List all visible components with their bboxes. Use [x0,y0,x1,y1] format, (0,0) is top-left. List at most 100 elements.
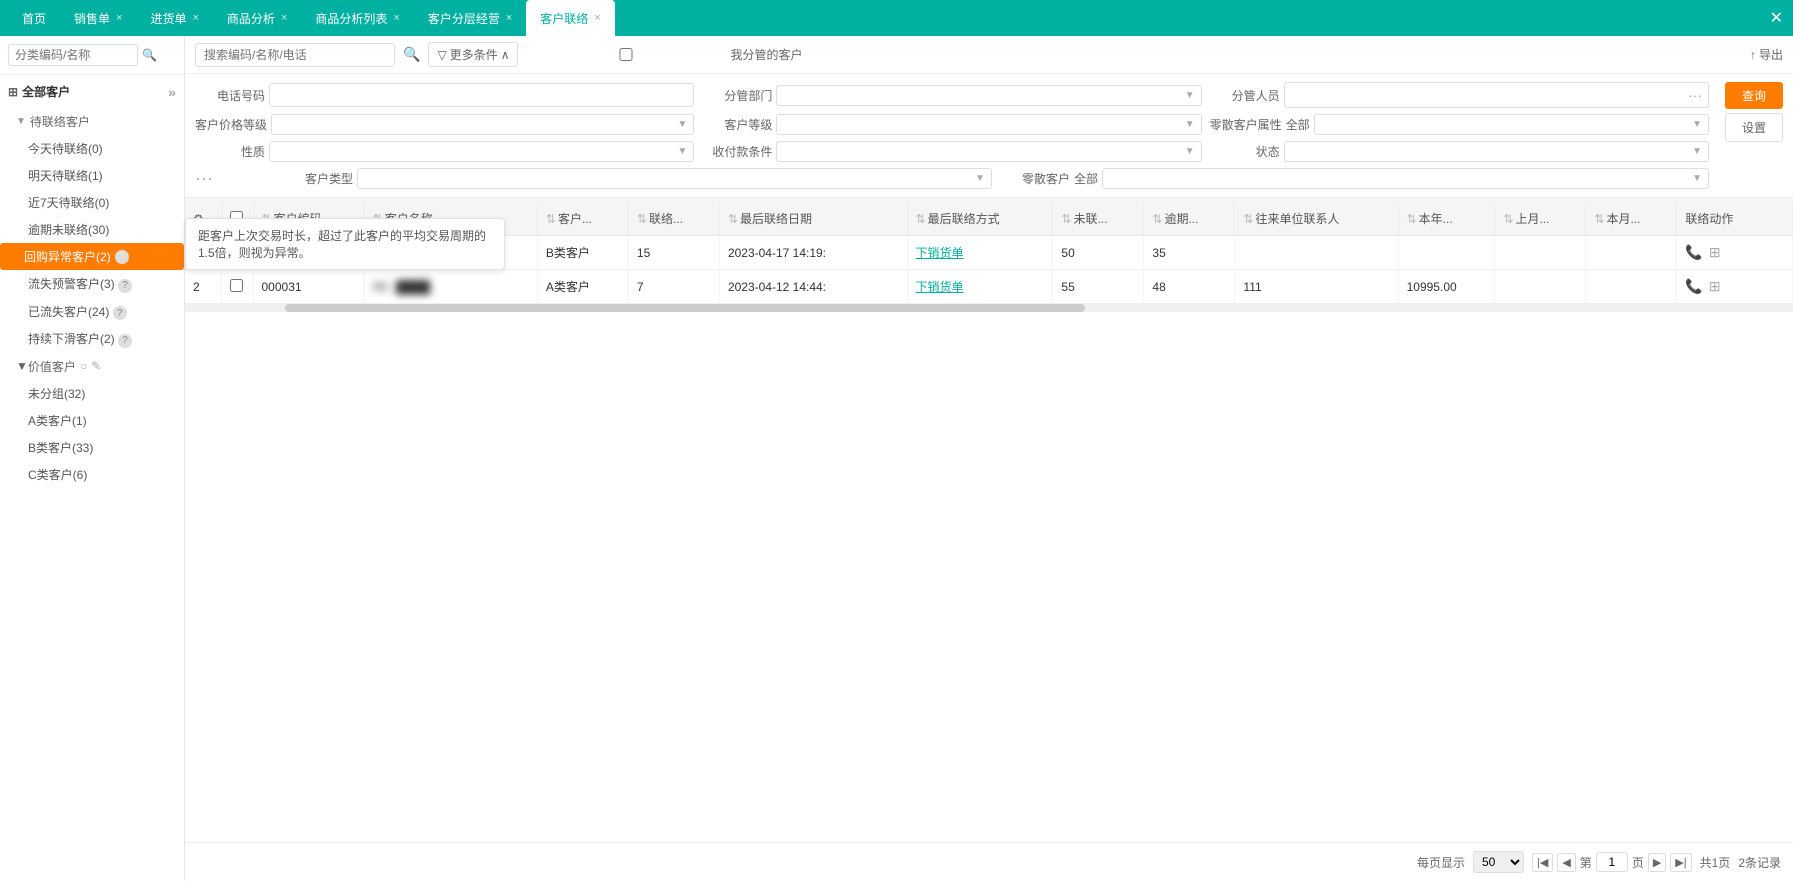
row-checkbox[interactable] [230,279,243,292]
top-nav: 首页 销售单 × 进货单 × 商品分析 × 商品分析列表 × 客户分层经营 × … [0,0,1793,36]
contact-method-link[interactable]: 下销货单 [916,246,964,260]
sort-icon: ⇅ [916,212,926,226]
page-input[interactable] [1596,852,1628,872]
col-header-overdue[interactable]: ⇅ 逾期... [1144,202,1235,236]
export-button[interactable]: ↑ 导出 [1750,46,1783,63]
filter-retail-attr-select[interactable]: ▼ [1314,114,1709,135]
sidebar-item-tomorrow[interactable]: 明天待联络(1) [0,162,184,189]
sidebar-item-today[interactable]: 今天待联络(0) [0,135,184,162]
filter-dept-select[interactable]: ▼ [776,85,1201,106]
sidebar-item-churn-warning[interactable]: 流失预警客户(3) ? [0,270,184,298]
filter-retail-customer-select[interactable]: ▼ [1102,168,1709,189]
grid-icon[interactable]: ⊞ [1709,278,1721,295]
nav-item-customer-tier[interactable]: 客户分层经营 × [414,0,526,36]
search-button[interactable]: 🔍 [403,46,420,63]
sidebar-item-declining[interactable]: 持续下滑客户(2) ? [0,325,184,353]
all-customers-header: ⊞ 全部客户 » [0,75,184,108]
filter-customer-type-select[interactable]: ▼ [357,168,992,189]
col-header-last-contact-date[interactable]: ⇅ 最后联络日期 [719,202,907,236]
col-header-last-month[interactable]: ⇅ 上月... [1495,202,1586,236]
collapse-icon[interactable]: » [168,84,176,100]
col-header-current-year[interactable]: ⇅ 本年... [1398,202,1495,236]
next-page-button[interactable]: ▶ [1648,853,1666,872]
sidebar-group-pending[interactable]: ▼ 待联络客户 [0,108,184,135]
last-page-button[interactable]: ▶| [1670,853,1691,872]
sidebar-item-churned[interactable]: 已流失客户(24) ? [0,298,184,326]
col-header-level[interactable]: ⇅ 客户... [537,202,628,236]
info-icon[interactable]: ? [113,306,127,320]
sidebar-group-value-customer[interactable]: ▼ 价值客户 ○ ✎ [0,353,184,380]
nav-item-sales[interactable]: 销售单 × [60,0,136,36]
cell-index: 2 [185,270,221,304]
prev-page-button[interactable]: ◀ [1557,853,1575,872]
col-header-current-month[interactable]: ⇅ 本月... [1586,202,1677,236]
close-icon[interactable]: × [281,12,287,24]
close-icon[interactable]: × [192,12,198,24]
nav-item-analysis-list[interactable]: 商品分析列表 × [301,0,413,36]
filter-customer-level-select[interactable]: ▼ [776,114,1201,135]
row-action-buttons: 📞 ⊞ [1685,278,1784,295]
cell-overdue: 35 [1144,236,1235,270]
my-customers-checkbox[interactable] [526,48,726,61]
nav-item-home[interactable]: 首页 [8,0,60,36]
col-header-contact-count[interactable]: ⇅ 联络... [628,202,719,236]
scrollbar-thumb[interactable] [285,304,1085,312]
sidebar-item-7days[interactable]: 近7天待联络(0) [0,189,184,216]
filter-row-3: 性质 ▼ 收付款条件 ▼ [195,141,1709,162]
search-input[interactable] [195,43,395,67]
nav-close-button[interactable]: ✕ [1770,8,1783,28]
search-icon[interactable]: 🔍 [142,48,157,62]
info-icon[interactable]: ? [118,279,132,293]
settings-button[interactable]: 设置 [1725,113,1783,142]
sidebar-item-ungrouped[interactable]: 未分组(32) [0,380,184,407]
sidebar-item-repurchase-abnormal[interactable]: 回购异常客户(2) ? [0,243,184,270]
arrow-icon: ▼ [16,359,28,373]
first-page-button[interactable]: |◀ [1532,853,1553,872]
info-icon[interactable]: ? [118,334,132,348]
more-dots-icon: ··· [195,168,213,189]
sidebar-item-class-c[interactable]: C类客户(6) [0,461,184,488]
page-label: 第 [1580,854,1592,871]
cell-contact-person: 111 [1235,270,1398,304]
horizontal-scrollbar[interactable] [185,304,1793,312]
chevron-down-icon: ▼ [1692,173,1702,184]
export-icon: ↑ [1750,48,1756,62]
chevron-down-icon: ▼ [1185,146,1195,157]
col-header-last-contact-method[interactable]: ⇅ 最后联络方式 [907,202,1053,236]
nav-item-analysis[interactable]: 商品分析 × [213,0,301,36]
contact-method-link[interactable]: 下销货单 [916,280,964,294]
row-action-buttons: 📞 ⊞ [1685,244,1784,261]
sidebar-item-class-a[interactable]: A类客户(1) [0,407,184,434]
col-header-contact-person[interactable]: ⇅ 往来单位联系人 [1235,202,1398,236]
table-row: 2 000031 RE .████ A类客户 7 2023-04-12 14:4… [185,270,1793,304]
info-icon[interactable]: ? [115,250,129,264]
close-icon[interactable]: × [594,12,600,24]
sidebar-item-overdue[interactable]: 逾期未联络(30) [0,216,184,243]
col-header-no-contact[interactable]: ⇅ 未联... [1053,202,1144,236]
sidebar-item-class-b[interactable]: B类客户(33) [0,434,184,461]
col-header-action: 联络动作 [1677,202,1793,236]
query-button[interactable]: 查询 [1725,82,1783,109]
filter-nature-select[interactable]: ▼ [269,141,694,162]
close-icon[interactable]: × [506,12,512,24]
filter-person-select[interactable]: ··· [1284,82,1709,108]
sidebar-search-input[interactable] [8,44,138,66]
filter-status-select[interactable]: ▼ [1284,141,1709,162]
per-page-select[interactable]: 50 20 100 [1473,851,1524,873]
filter-phone-input[interactable] [269,83,694,107]
chevron-down-icon: ▼ [1692,146,1702,157]
close-icon[interactable]: × [393,12,399,24]
phone-icon[interactable]: 📞 [1685,244,1702,261]
grid-icon[interactable]: ⊞ [1709,244,1721,261]
filter-payment-select[interactable]: ▼ [776,141,1201,162]
close-icon[interactable]: × [116,12,122,24]
nav-item-purchase[interactable]: 进货单 × [136,0,212,36]
filter-price-level-select[interactable]: ▼ [271,114,694,135]
edit-icon2[interactable]: ✎ [91,359,101,373]
edit-icon[interactable]: ○ [80,359,87,373]
nav-item-customer-contact[interactable]: 客户联络 × [526,0,614,36]
filter-icon: ▽ [437,48,446,62]
more-conditions-button[interactable]: ▽ 更多条件 ∧ [428,42,518,67]
phone-icon[interactable]: 📞 [1685,278,1702,295]
filter-cell-customer-level: 客户等级 ▼ [702,114,1201,135]
